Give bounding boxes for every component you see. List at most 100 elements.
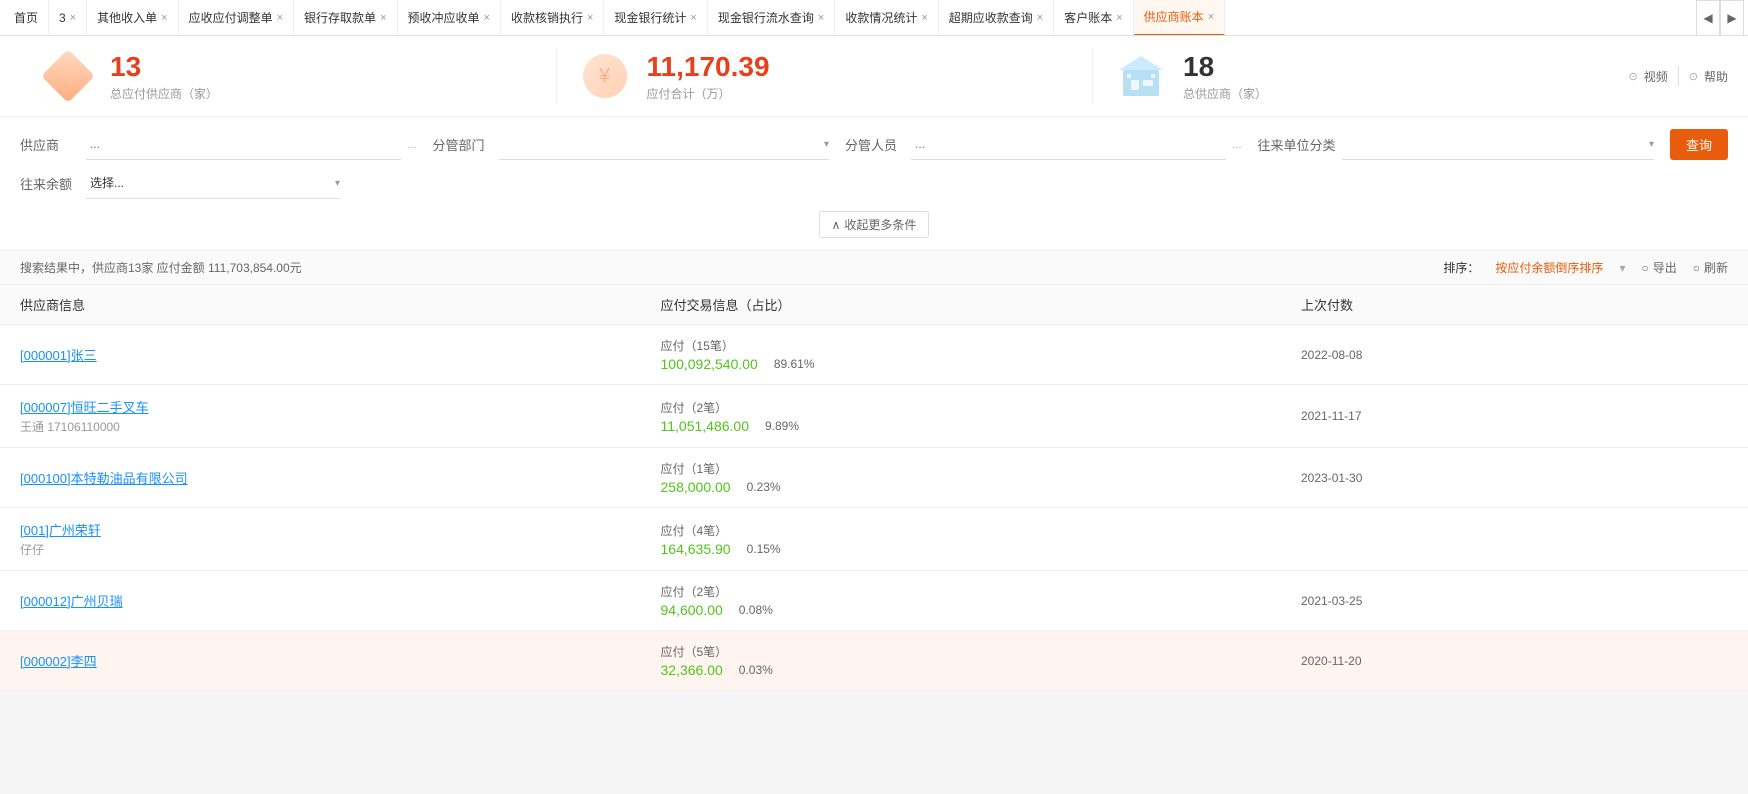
summary-actions: ⊙ 视频 ⊙ 帮助	[1629, 66, 1728, 86]
balance-chevron-icon: ▾	[335, 178, 340, 189]
balance-select[interactable]: 选择...	[86, 168, 335, 198]
header-last-payment: 上次付数	[1301, 295, 1728, 314]
filter-balance: 往来余额 选择... ▾	[20, 168, 340, 199]
nav-tab-supplier-account[interactable]: 供应商账本 ×	[1134, 0, 1225, 36]
nav-tab-advance-writeoff[interactable]: 预收冲应收单 ×	[398, 0, 501, 36]
supplier-link-1[interactable]: [000007]恒旺二手叉车	[20, 400, 149, 415]
nav-arrow-left[interactable]: ◀	[1696, 0, 1720, 36]
dept-select-wrapper: ▾	[499, 129, 830, 160]
refresh-button[interactable]: ○ 刷新	[1693, 259, 1728, 276]
close-tab-overdue-query[interactable]: ×	[1037, 12, 1043, 24]
close-tab-bank-deposit[interactable]: ×	[380, 12, 386, 24]
last-payment-4: 2021-03-25	[1301, 594, 1728, 608]
person-input[interactable]	[911, 130, 1226, 160]
table-body: [000001]张三应付（15笔）100,092,540.0089.61%202…	[0, 325, 1748, 691]
dept-select[interactable]	[499, 129, 824, 159]
transaction-label-4: 应付（2笔）	[661, 583, 1302, 600]
transaction-amount-1[interactable]: 11,051,486.00	[661, 418, 750, 434]
last-payment-5: 2020-11-20	[1301, 654, 1728, 668]
total-amount-value: 11,170.39	[647, 50, 770, 84]
table-header: 供应商信息 应付交易信息（占比） 上次付数	[0, 285, 1748, 325]
supplier-cell-3: [001]广州荣轩仔仔	[20, 520, 661, 558]
nav-tab-customer-account[interactable]: 客户账本 ×	[1054, 0, 1133, 36]
close-tab-cash-bank-stat[interactable]: ×	[690, 12, 696, 24]
nav-tab-cash-bank-flow[interactable]: 现金银行流水查询 ×	[708, 0, 835, 36]
category-select[interactable]	[1342, 129, 1649, 159]
close-tab-other-income[interactable]: ×	[161, 12, 167, 24]
supplier-sub-3: 仔仔	[20, 541, 661, 558]
supplier-link-0[interactable]: [000001]张三	[20, 348, 97, 363]
transaction-amount-2[interactable]: 258,000.00	[661, 479, 731, 495]
nav-tab-other-income[interactable]: 其他收入单 ×	[87, 0, 178, 36]
close-tab-supplier-account[interactable]: ×	[1208, 11, 1214, 23]
nav-tab-ap-adjustment[interactable]: 应收应付调整单 ×	[179, 0, 294, 36]
supplier-icon	[40, 48, 96, 104]
table-row: [001]广州荣轩仔仔应付（4笔） 164,635.900.15%	[0, 508, 1748, 571]
query-button[interactable]: 查询	[1670, 129, 1728, 160]
close-tab-cash-bank-flow[interactable]: ×	[818, 12, 824, 24]
nav-arrow-right[interactable]: ▶	[1720, 0, 1744, 36]
data-table: 供应商信息 应付交易信息（占比） 上次付数 [000001]张三 应付（15笔）1…	[0, 285, 1748, 691]
nav-tab-collection-stat[interactable]: 收款情况统计 ×	[835, 0, 938, 36]
supplier-label: 供应商	[20, 135, 80, 154]
table-row: [000100]本特勒油品有限公司应付（1笔）258,000.000.23%20…	[0, 448, 1748, 508]
last-payment-0: 2022-08-08	[1301, 348, 1728, 362]
transaction-amount-5[interactable]: 32,366.00	[661, 662, 723, 678]
transaction-amount-row-0: 100,092,540.0089.61%	[661, 356, 1302, 372]
transaction-amount-row-2: 258,000.00 0.23%	[661, 479, 1302, 495]
nav-tab-tab3[interactable]: 3 ×	[49, 0, 87, 36]
collapse-button[interactable]: ∧ 收起更多条件	[819, 211, 930, 238]
collapse-label: 收起更多条件	[844, 216, 916, 233]
transaction-amount-row-3: 164,635.900.15%	[661, 541, 1302, 557]
sort-value[interactable]: 按应付余额倒序排序	[1495, 259, 1603, 276]
transaction-percent-4: 0.08%	[739, 603, 773, 617]
transaction-label-3: 应付（4笔）	[661, 522, 1302, 539]
refresh-label: 刷新	[1704, 259, 1728, 276]
transaction-label-5: 应付（5笔）	[661, 643, 1302, 660]
nav-tab-overdue-query[interactable]: 超期应收款查询 ×	[939, 0, 1054, 36]
transaction-amount-4[interactable]: 94,600.00	[661, 602, 723, 618]
transaction-amount-row-5: 32,366.000.03%	[661, 662, 1302, 678]
results-bar: 搜索结果中，供应商13家 应付金额 111,703,854.00元 排序： 按应…	[0, 251, 1748, 285]
close-tab-collection-stat[interactable]: ×	[921, 12, 927, 24]
supplier-link-3[interactable]: [001]广州荣轩	[20, 523, 101, 538]
filter-person: 分管人员 ...	[845, 130, 1242, 160]
store-icon	[1113, 48, 1169, 104]
balance-label: 往来余额	[20, 174, 80, 193]
close-tab-ap-adjustment[interactable]: ×	[277, 12, 283, 24]
total-amount-label: 应付合计（万）	[647, 85, 770, 102]
supplier-cell-2: [000100]本特勒油品有限公司	[20, 468, 661, 487]
nav-tab-home[interactable]: 首页	[4, 0, 49, 36]
close-tab-customer-account[interactable]: ×	[1116, 12, 1122, 24]
header-supplier: 供应商信息	[20, 295, 661, 314]
video-link[interactable]: 视频	[1644, 68, 1668, 85]
filter-row-2: 往来余额 选择... ▾	[20, 168, 340, 199]
export-label: 导出	[1653, 259, 1677, 276]
supplier-link-4[interactable]: [000012]广州贝瑞	[20, 594, 123, 609]
export-button[interactable]: ○ 导出	[1641, 259, 1676, 276]
transaction-cell-3: 应付（4笔） 164,635.900.15%	[661, 522, 1302, 557]
transaction-amount-0[interactable]: 100,092,540.00	[661, 356, 758, 372]
supplier-link-2[interactable]: [000100]本特勒油品有限公司	[20, 471, 188, 486]
supplier-cell-5: [000002]李四	[20, 651, 661, 670]
transaction-cell-0: 应付（15笔）100,092,540.0089.61%	[661, 337, 1302, 372]
nav-tab-bank-deposit[interactable]: 银行存取款单 ×	[294, 0, 397, 36]
summary-card-total: 18 总供应商（家）	[1092, 48, 1629, 104]
nav-tab-receipt-audit[interactable]: 收款核销执行 ×	[501, 0, 604, 36]
total-suppliers-value: 13	[110, 50, 218, 84]
nav-tab-cash-bank-stat[interactable]: 现金银行统计 ×	[604, 0, 707, 36]
close-tab-receipt-audit[interactable]: ×	[587, 12, 593, 24]
top-navigation: 首页3 ×其他收入单 ×应收应付调整单 ×银行存取款单 ×预收冲应收单 ×收款核…	[0, 0, 1748, 36]
dept-chevron-icon: ▾	[824, 139, 829, 150]
transaction-percent-2: 0.23%	[747, 480, 781, 494]
close-tab-advance-writeoff[interactable]: ×	[484, 12, 490, 24]
help-link[interactable]: 帮助	[1704, 68, 1728, 85]
transaction-amount-3[interactable]: 164,635.90	[661, 541, 731, 557]
close-tab-tab3[interactable]: ×	[70, 12, 76, 24]
supplier-input[interactable]	[86, 130, 401, 160]
filter-row-1: 供应商 ... 分管部门 ▾ 分管人员 ... 往来单位分类	[20, 129, 1728, 160]
supplier-cell-4: [000012]广州贝瑞	[20, 591, 661, 610]
supplier-link-5[interactable]: [000002]李四	[20, 654, 97, 669]
transaction-amount-row-1: 11,051,486.009.89%	[661, 418, 1302, 434]
supplier-cell-1: [000007]恒旺二手叉车王通 17106110000	[20, 397, 661, 435]
